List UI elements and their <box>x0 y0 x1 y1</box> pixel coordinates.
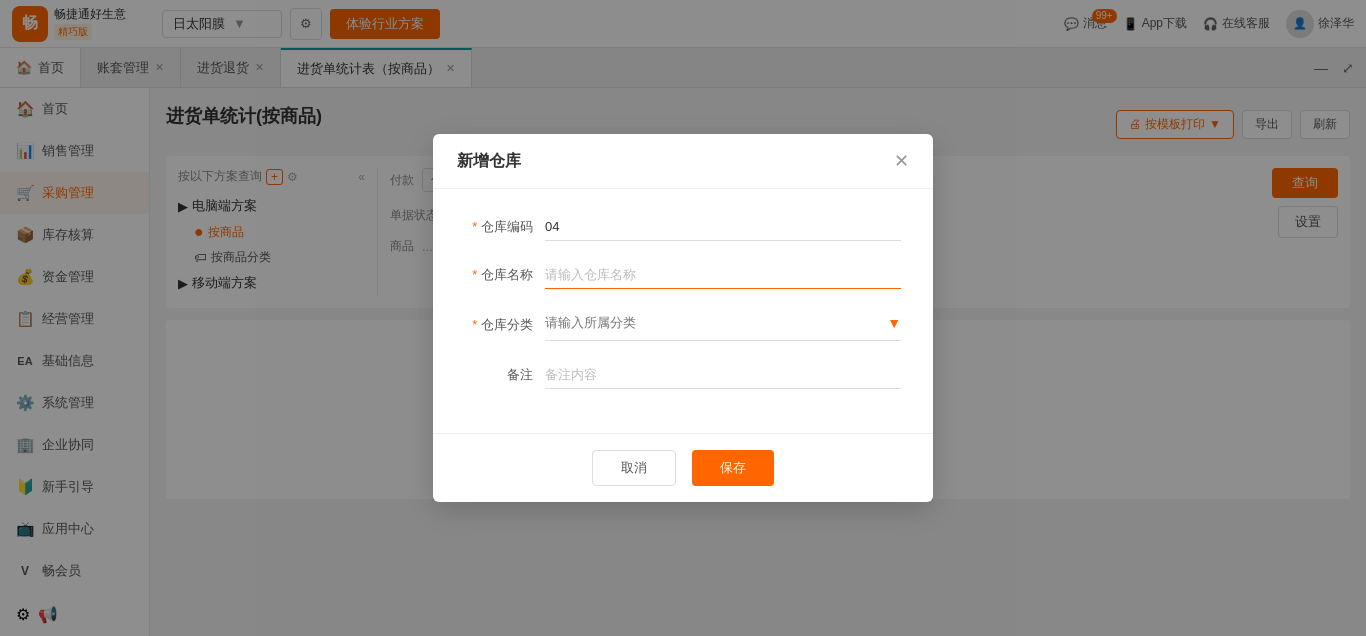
category-input[interactable] <box>545 309 887 336</box>
category-label: 仓库分类 <box>465 316 545 334</box>
modal-close-button[interactable]: ✕ <box>894 150 909 172</box>
modal-title: 新增仓库 <box>457 151 521 172</box>
modal-header: 新增仓库 ✕ <box>433 134 933 189</box>
remark-input[interactable] <box>545 361 901 389</box>
form-row-name: 仓库名称 <box>465 261 901 289</box>
name-input[interactable] <box>545 261 901 289</box>
form-row-code: 仓库编码 <box>465 213 901 241</box>
save-button[interactable]: 保存 <box>692 450 774 486</box>
modal-body: 仓库编码 仓库名称 仓库分类 ▼ 备注 <box>433 189 933 433</box>
modal-footer: 取消 保存 <box>433 433 933 502</box>
cancel-button[interactable]: 取消 <box>592 450 676 486</box>
code-input[interactable] <box>545 213 901 241</box>
dropdown-arrow-icon: ▼ <box>887 315 901 331</box>
remark-label: 备注 <box>465 366 545 384</box>
category-select-wrap: ▼ <box>545 309 901 341</box>
form-row-category: 仓库分类 ▼ <box>465 309 901 341</box>
add-warehouse-modal: 新增仓库 ✕ 仓库编码 仓库名称 仓库分类 ▼ <box>433 134 933 502</box>
form-row-remark: 备注 <box>465 361 901 389</box>
name-label: 仓库名称 <box>465 266 545 284</box>
modal-overlay: 新增仓库 ✕ 仓库编码 仓库名称 仓库分类 ▼ <box>0 0 1366 636</box>
code-label: 仓库编码 <box>465 218 545 236</box>
